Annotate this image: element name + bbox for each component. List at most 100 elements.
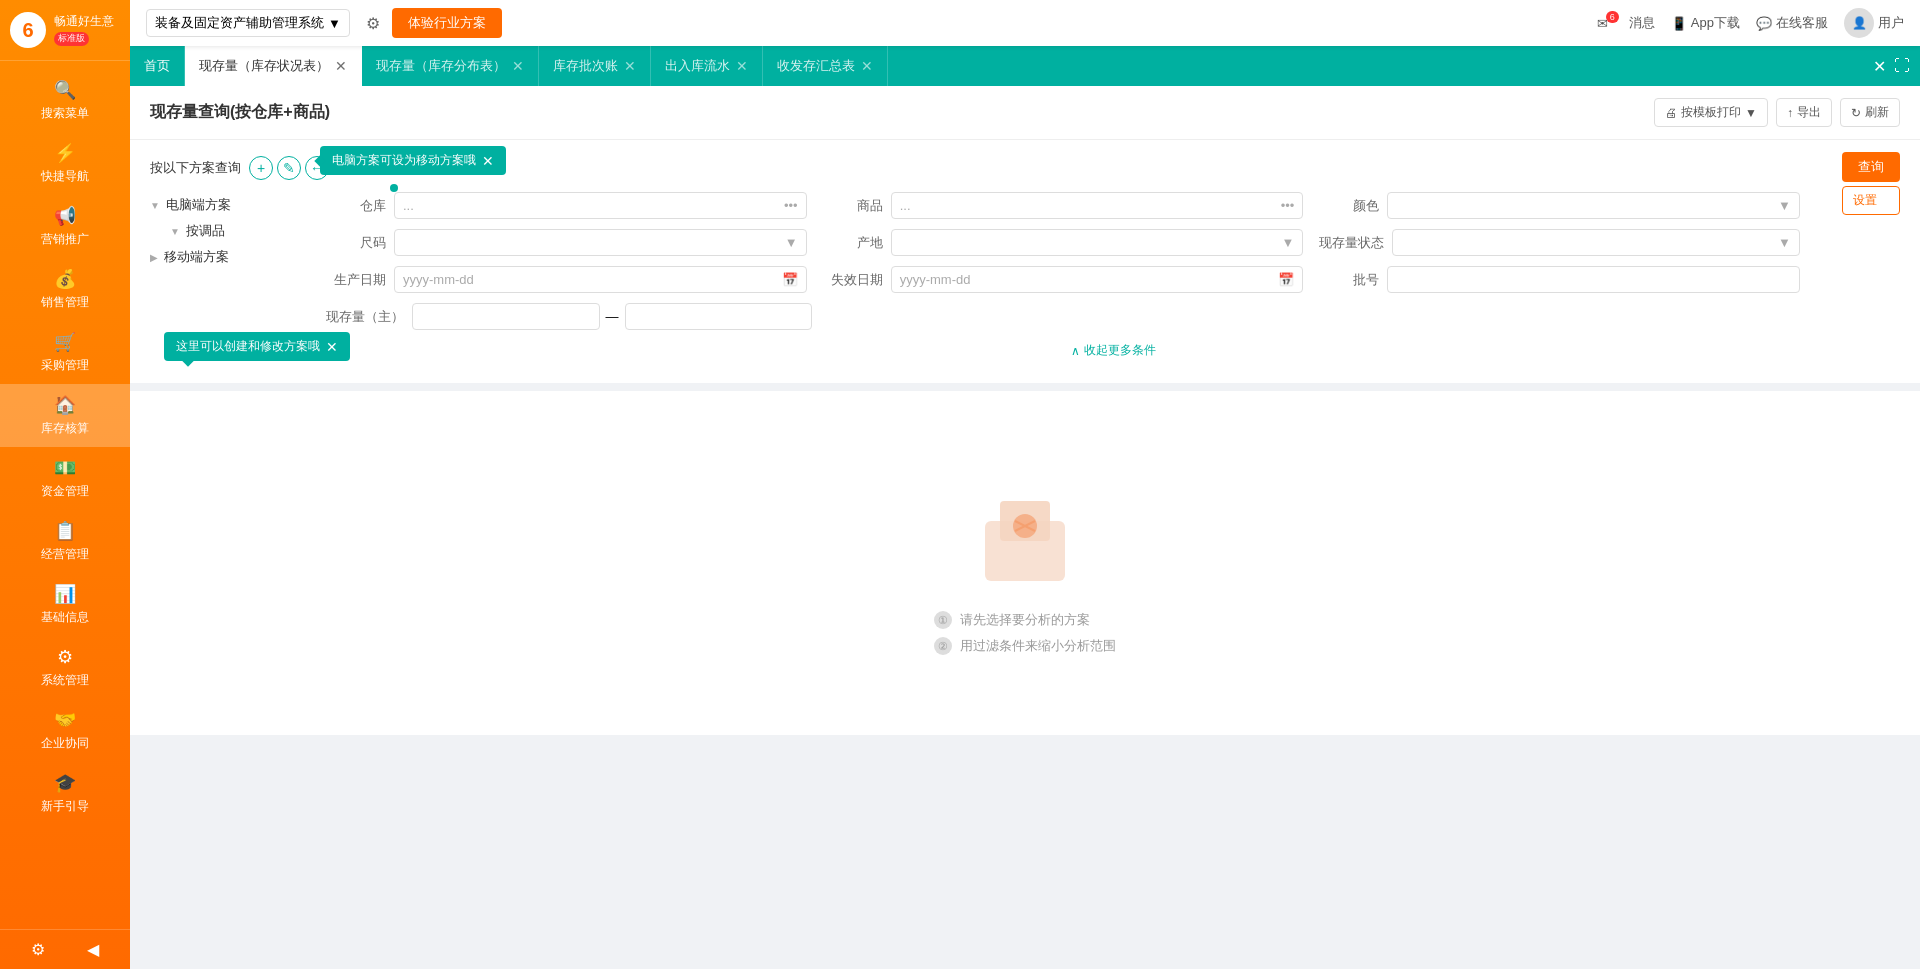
- stock-qty-min[interactable]: [412, 303, 600, 330]
- pc-scheme-item[interactable]: ▼ 电脑端方案: [150, 192, 310, 218]
- calendar2-icon: 📅: [1278, 272, 1294, 287]
- dot-active-indicator: [390, 184, 398, 192]
- sidebar-item-quicknav[interactable]: ⚡ 快捷导航: [0, 132, 130, 195]
- filter-batch-no: 批号: [1319, 266, 1800, 293]
- tab-close-batch-ledger[interactable]: ✕: [624, 59, 636, 73]
- tab-inventory-status[interactable]: 现存量（库存状况表） ✕: [185, 46, 362, 86]
- filter-header: 按以下方案查询 + ✎ ← 电脑方案可设为移动方案哦 ✕ 查询 设置: [150, 156, 1900, 180]
- sidebar-settings-btn[interactable]: ⚙: [31, 940, 45, 959]
- sidebar-item-inventory[interactable]: 🏠 库存核算: [0, 384, 130, 447]
- sidebar-item-newbie[interactable]: 🎓 新手引导: [0, 762, 130, 825]
- tab-close-recv-summary[interactable]: ✕: [861, 59, 873, 73]
- printer-icon: 🖨: [1665, 106, 1677, 120]
- stock-status-select[interactable]: ▼: [1392, 229, 1800, 256]
- empty-step-2: ② 用过滤条件来缩小分析范围: [934, 637, 1116, 655]
- origin-select[interactable]: ▼: [891, 229, 1304, 256]
- tab-inventory-dist[interactable]: 现存量（库存分布表） ✕: [362, 46, 539, 86]
- tab-batch-ledger[interactable]: 库存批次账 ✕: [539, 46, 651, 86]
- tab-close-inout-flow[interactable]: ✕: [736, 59, 748, 73]
- batch-no-input[interactable]: [1387, 266, 1800, 293]
- collapse-filter-btn[interactable]: ∧ 收起更多条件: [326, 334, 1900, 367]
- logo-icon: 6: [10, 12, 46, 48]
- inventory-icon: 🏠: [54, 394, 76, 416]
- system-select[interactable]: 装备及固定资产辅助管理系统 ▼: [146, 9, 350, 37]
- base-icon: 📊: [54, 583, 76, 605]
- sidebar-item-marketing[interactable]: 📢 营销推广: [0, 195, 130, 258]
- system-icon: ⚙: [57, 646, 73, 668]
- tab-recv-summary[interactable]: 收发存汇总表 ✕: [763, 46, 888, 86]
- industry-plan-button[interactable]: 体验行业方案: [392, 8, 502, 38]
- production-date-input[interactable]: yyyy-mm-dd 📅: [394, 266, 807, 293]
- app-logo: 6 畅通好生意 标准版: [0, 0, 130, 61]
- stock-qty-range: —: [412, 303, 812, 330]
- stock-qty-max[interactable]: [625, 303, 813, 330]
- edit-scheme-btn[interactable]: ✎: [277, 156, 301, 180]
- chevron-color-icon: ▼: [1778, 198, 1791, 213]
- sidebar-item-operations[interactable]: 📋 经营管理: [0, 510, 130, 573]
- arrow-right-icon: ▶: [150, 252, 158, 263]
- header-user[interactable]: 👤 用户: [1844, 8, 1904, 38]
- size-select[interactable]: ▼: [394, 229, 807, 256]
- filter-fields: 仓库 ... ••• 商品 ... ••• 颜色: [326, 192, 1900, 367]
- query-button[interactable]: 查询: [1842, 152, 1900, 182]
- sidebar-item-base[interactable]: 📊 基础信息: [0, 573, 130, 636]
- empty-step-1: ① 请先选择要分析的方案: [934, 611, 1090, 629]
- header-msg[interactable]: ✉ 6 消息: [1597, 14, 1655, 32]
- avatar: 👤: [1844, 8, 1874, 38]
- header-gear-icon[interactable]: ⚙: [366, 14, 380, 33]
- sidebar-item-system[interactable]: ⚙ 系统管理: [0, 636, 130, 699]
- chevron-down-icon: ▼: [328, 16, 341, 31]
- tabs-close-icon[interactable]: ✕: [1873, 57, 1886, 76]
- header-online-support[interactable]: 💬 在线客服: [1756, 14, 1828, 32]
- warehouse-select[interactable]: ... •••: [394, 192, 807, 219]
- header-app-download[interactable]: 📱 App下载: [1671, 14, 1740, 32]
- sidebar-collapse-btn[interactable]: ◀: [87, 940, 99, 959]
- chevron-stock-icon: ▼: [1778, 235, 1791, 250]
- chevron-origin-icon: ▼: [1281, 235, 1294, 250]
- filter-label: 按以下方案查询: [150, 159, 241, 177]
- tab-close-inventory-dist[interactable]: ✕: [512, 59, 524, 73]
- sidebar-footer: ⚙ ◀: [0, 929, 130, 969]
- mobile-scheme-item[interactable]: ▶ 移动端方案: [150, 244, 310, 270]
- scheme-tree: ▼ 电脑端方案 ▼ 按调品 ▶ 移动端方案: [150, 192, 310, 270]
- filter-expiry-date: 失效日期 yyyy-mm-dd 📅: [823, 266, 1304, 293]
- tooltip-pc-scheme: 电脑方案可设为移动方案哦 ✕: [320, 146, 506, 175]
- sidebar-item-enterprise[interactable]: 🤝 企业协同: [0, 699, 130, 762]
- tooltip-create-scheme: 这里可以创建和修改方案哦 ✕: [164, 332, 350, 361]
- add-scheme-btn[interactable]: +: [249, 156, 273, 180]
- refresh-icon: ↻: [1851, 106, 1861, 120]
- tabs-actions: ✕ ⛶: [1863, 46, 1920, 86]
- pc-scheme-children: ▼ 按调品: [150, 218, 310, 244]
- refresh-button[interactable]: ↻ 刷新: [1840, 98, 1900, 127]
- tab-close-inventory-status[interactable]: ✕: [335, 59, 347, 73]
- sidebar-item-search[interactable]: 🔍 搜索菜单: [0, 69, 130, 132]
- tab-inout-flow[interactable]: 出入库流水 ✕: [651, 46, 763, 86]
- filter-goods: 商品 ... •••: [823, 192, 1304, 219]
- tooltip2-close-icon[interactable]: ✕: [326, 339, 338, 355]
- purchase-icon: 🛒: [54, 331, 76, 353]
- tabs-fullscreen-icon[interactable]: ⛶: [1894, 57, 1910, 75]
- chevron-down-icon: ▼: [1745, 106, 1757, 120]
- print-button[interactable]: 🖨 按模板打印 ▼: [1654, 98, 1768, 127]
- sidebar-item-sales[interactable]: 💰 销售管理: [0, 258, 130, 321]
- tooltip-close-icon[interactable]: ✕: [482, 153, 494, 169]
- sidebar-item-purchase[interactable]: 🛒 采购管理: [0, 321, 130, 384]
- expiry-date-input[interactable]: yyyy-mm-dd 📅: [891, 266, 1304, 293]
- arrow-down-icon: ▼: [150, 200, 160, 211]
- enterprise-icon: 🤝: [54, 709, 76, 731]
- calendar-icon: 📅: [782, 272, 798, 287]
- goods-select[interactable]: ... •••: [891, 192, 1304, 219]
- filter-section: 按以下方案查询 + ✎ ← 电脑方案可设为移动方案哦 ✕ 查询 设置: [130, 140, 1920, 383]
- search-icon: 🔍: [54, 79, 76, 101]
- filter-size: 尺码 ▼: [326, 229, 807, 256]
- color-select[interactable]: ▼: [1387, 192, 1800, 219]
- tabs-bar: 首页 现存量（库存状况表） ✕ 现存量（库存分布表） ✕ 库存批次账 ✕ 出入库…: [130, 46, 1920, 86]
- sidebar-item-finance[interactable]: 💵 资金管理: [0, 447, 130, 510]
- quicknav-icon: ⚡: [54, 142, 76, 164]
- phone-icon: 📱: [1671, 16, 1687, 31]
- pc-scheme-child-item[interactable]: ▼ 按调品: [170, 218, 310, 244]
- marketing-icon: 📢: [54, 205, 76, 227]
- export-button[interactable]: ↑ 导出: [1776, 98, 1832, 127]
- tab-home[interactable]: 首页: [130, 46, 185, 86]
- sales-icon: 💰: [54, 268, 76, 290]
